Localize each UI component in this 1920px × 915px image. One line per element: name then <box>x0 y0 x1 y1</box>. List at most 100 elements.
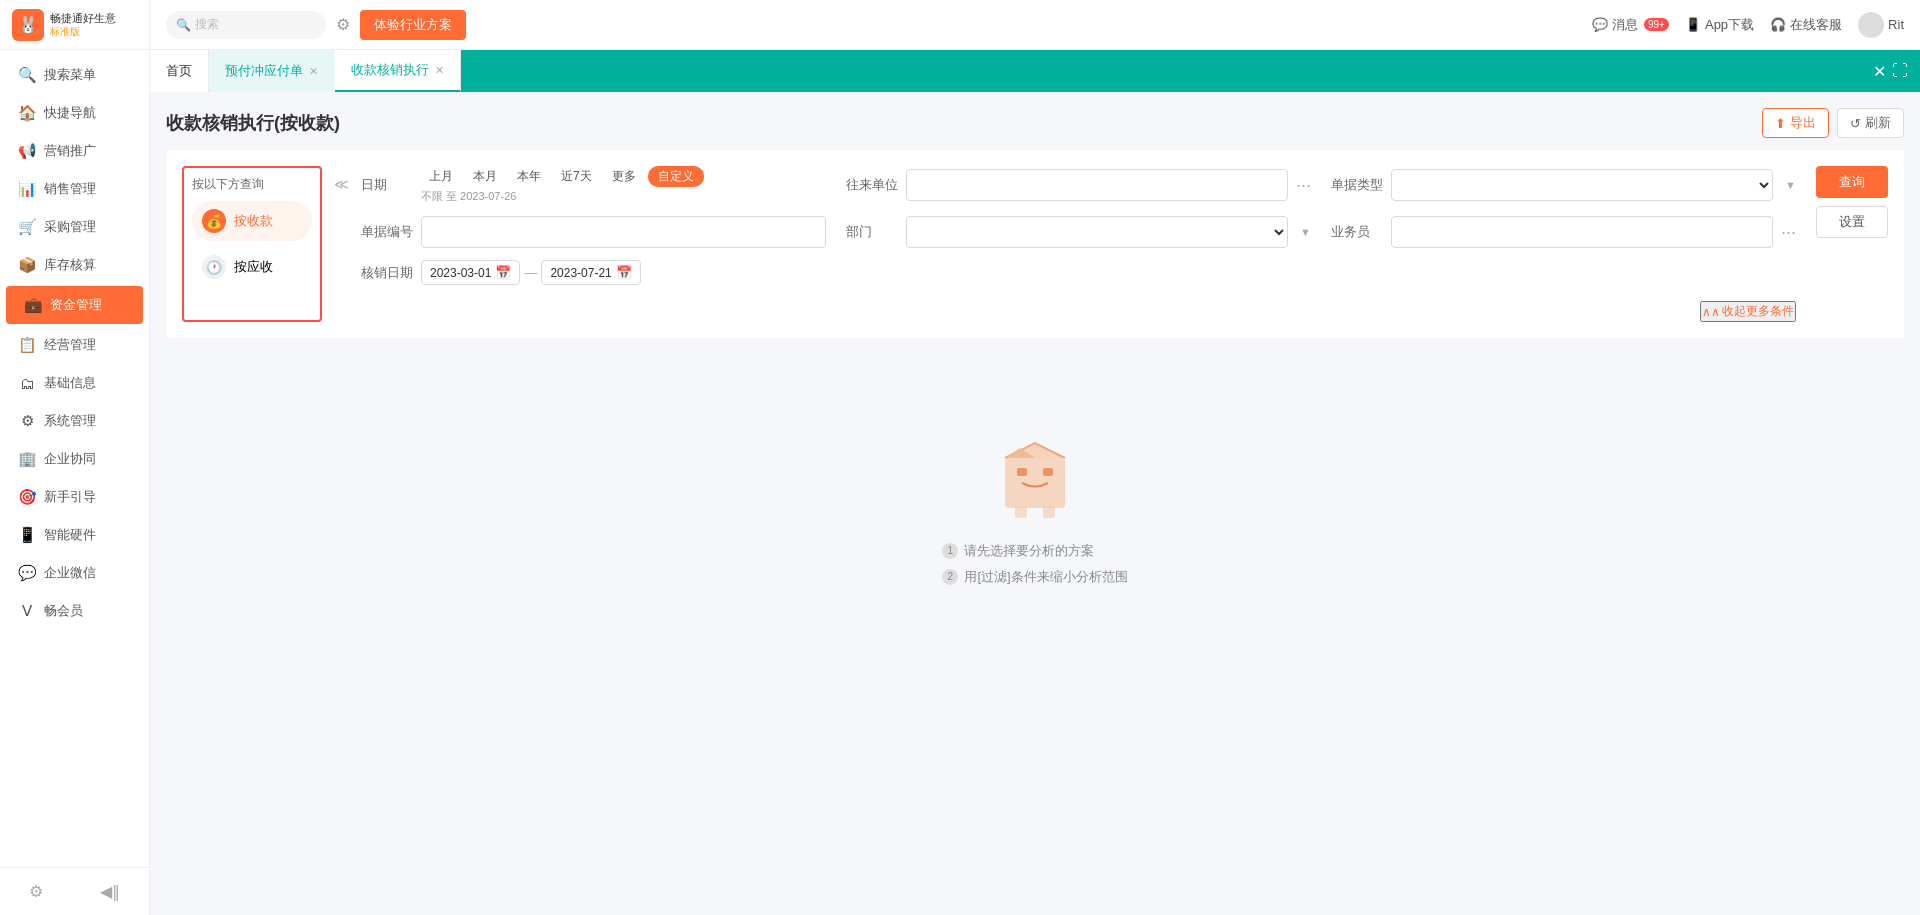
sidebar-item-purchase[interactable]: 🛒采购管理 <box>0 208 149 246</box>
date-chip-custom[interactable]: 自定义 <box>648 166 704 187</box>
staff-input[interactable] <box>1391 216 1773 248</box>
doctype-select[interactable] <box>1391 169 1773 201</box>
partner-more-icon[interactable]: ··· <box>1296 175 1311 196</box>
sidebar-item-inventory[interactable]: 📦库存核算 <box>0 246 149 284</box>
date-chip-7days[interactable]: 近7天 <box>553 166 600 187</box>
beginner-icon: 🎯 <box>18 488 36 506</box>
sidebar-item-enterprise[interactable]: 🏢企业协同 <box>0 440 149 478</box>
header-search-box[interactable]: 🔍 搜索 <box>166 11 326 39</box>
docno-input[interactable] <box>421 216 826 248</box>
sidebar-bottom: ⚙ ◀‖ <box>0 867 149 915</box>
collapse-left-btn[interactable]: ≪ <box>334 166 349 322</box>
sidebar-label-quick-nav: 快捷导航 <box>44 104 96 122</box>
export-icon: ⬆ <box>1775 116 1786 131</box>
settings-button[interactable]: 设置 <box>1816 206 1888 238</box>
refresh-icon: ↺ <box>1850 116 1861 131</box>
filter-actions: 查询 设置 <box>1808 166 1888 322</box>
message-button[interactable]: 💬 消息 99+ <box>1592 16 1669 34</box>
verify-date-start-input[interactable]: 2023-03-01 📅 <box>421 260 520 285</box>
tab-home[interactable]: 首页 <box>150 50 209 92</box>
sidebar-item-marketing[interactable]: 📢营销推广 <box>0 132 149 170</box>
tab-prepay[interactable]: 预付冲应付单 ✕ <box>209 50 335 92</box>
system-icon: ⚙ <box>18 412 36 430</box>
header-left: 🔍 搜索 ⚙ 体验行业方案 <box>166 10 466 40</box>
settings-bottom-icon[interactable]: ⚙ <box>23 876 49 907</box>
sidebar-item-sales[interactable]: 📊销售管理 <box>0 170 149 208</box>
logo-text: 畅捷通好生意 标准版 <box>50 11 116 38</box>
collapse-arrow-icon[interactable]: ≪ <box>334 176 349 192</box>
sidebar: 🐰 畅捷通好生意 标准版 🔍搜索菜单🏠快捷导航📢营销推广📊销售管理🛒采购管理📦库… <box>0 0 150 915</box>
maximize-window-icon[interactable]: ⛶ <box>1892 62 1908 80</box>
export-button[interactable]: ⬆ 导出 <box>1762 108 1829 138</box>
sidebar-item-smart-hw[interactable]: 📱智能硬件 <box>0 516 149 554</box>
basic-info-icon: 🗂 <box>18 375 36 392</box>
sidebar-item-search[interactable]: 🔍搜索菜单 <box>0 56 149 94</box>
dept-select[interactable] <box>906 216 1288 248</box>
sidebar-item-quick-nav[interactable]: 🏠快捷导航 <box>0 94 149 132</box>
download-icon: 📱 <box>1685 17 1701 32</box>
collapse-more-button[interactable]: ∧∧ 收起更多条件 <box>1700 301 1796 322</box>
doctype-label: 单据类型 <box>1331 176 1383 194</box>
main-area: 🔍 搜索 ⚙ 体验行业方案 💬 消息 99+ 📱 App下载 🎧 在线客服 <box>150 0 1920 915</box>
svg-rect-1 <box>1017 468 1027 476</box>
filter-option-by-receivable[interactable]: 🕐 按应收 <box>192 247 312 287</box>
refresh-button[interactable]: ↺ 刷新 <box>1837 108 1904 138</box>
collapse-more-icon: ∧∧ <box>1702 305 1720 319</box>
sidebar-label-purchase: 采购管理 <box>44 218 96 236</box>
filter-option-by-receipt[interactable]: 💰 按收款 <box>192 201 312 241</box>
online-service-button[interactable]: 🎧 在线客服 <box>1770 16 1842 34</box>
date-chip-more[interactable]: 更多 <box>604 166 644 187</box>
empty-step-1: 1 请先选择要分析的方案 <box>942 538 1127 564</box>
page-title: 收款核销执行(按收款) <box>166 111 340 135</box>
sidebar-label-sales: 销售管理 <box>44 180 96 198</box>
tab-close-prepay[interactable]: ✕ <box>309 65 318 78</box>
marketing-icon: 📢 <box>18 142 36 160</box>
dept-dropdown-icon: ▼ <box>1300 226 1311 238</box>
filter-date-row: 日期 上月 本月 本年 近7天 更多 自定义 不限 <box>361 166 826 204</box>
date-range-separator: — <box>524 265 537 280</box>
logo-icon: 🐰 <box>12 9 44 41</box>
settings-icon[interactable]: ⚙ <box>336 15 350 34</box>
sidebar-label-finance: 资金管理 <box>50 296 102 314</box>
date-no-limit: 不限 至 2023-07-26 <box>421 189 826 204</box>
user-avatar <box>1858 12 1884 38</box>
partner-input[interactable] <box>906 169 1288 201</box>
verify-date-label: 核销日期 <box>361 264 413 282</box>
sidebar-item-system[interactable]: ⚙ 系统管理 <box>0 402 149 440</box>
sidebar-label-operation: 经营管理 <box>44 336 96 354</box>
empty-state: 1 请先选择要分析的方案 2 用[过滤]条件来缩小分析范围 <box>166 338 1904 670</box>
date-chip-thisyear[interactable]: 本年 <box>509 166 549 187</box>
filter-form-wrapper: 日期 上月 本月 本年 近7天 更多 自定义 不限 <box>361 166 1796 322</box>
sidebar-item-beginner[interactable]: 🎯新手引导 <box>0 478 149 516</box>
operation-icon: 📋 <box>18 336 36 354</box>
smart-hw-icon: 📱 <box>18 526 36 544</box>
sidebar-item-operation[interactable]: 📋 经营管理 <box>0 326 149 364</box>
query-button[interactable]: 查询 <box>1816 166 1888 198</box>
sidebar-item-member[interactable]: Ⅴ畅会员 <box>0 592 149 630</box>
calendar-end-icon: 📅 <box>616 265 632 280</box>
collapse-sidebar-icon[interactable]: ◀‖ <box>94 876 126 907</box>
filter-grid: 日期 上月 本月 本年 近7天 更多 自定义 不限 <box>361 166 1796 322</box>
empty-illustration <box>975 418 1095 518</box>
app-download-button[interactable]: 📱 App下载 <box>1685 16 1754 34</box>
date-chip-lastmonth[interactable]: 上月 <box>421 166 461 187</box>
receivable-icon: 🕐 <box>202 255 226 279</box>
receipt-icon: 💰 <box>202 209 226 233</box>
staff-more-icon[interactable]: ··· <box>1781 222 1796 243</box>
sidebar-item-wechat[interactable]: 💬企业微信 <box>0 554 149 592</box>
header-right: 💬 消息 99+ 📱 App下载 🎧 在线客服 Rit <box>1592 12 1904 38</box>
tab-bar: 首页 预付冲应付单 ✕ 收款核销执行 ✕ ✕ ⛶ <box>150 50 1920 92</box>
close-window-icon[interactable]: ✕ <box>1873 62 1886 81</box>
docno-label: 单据编号 <box>361 223 413 241</box>
tab-receivable[interactable]: 收款核销执行 ✕ <box>335 50 461 92</box>
sidebar-item-finance[interactable]: 💼资金管理 <box>6 286 143 324</box>
verify-date-end-input[interactable]: 2023-07-21 📅 <box>541 260 640 285</box>
user-menu[interactable]: Rit <box>1858 12 1904 38</box>
date-chip-thismonth[interactable]: 本月 <box>465 166 505 187</box>
sidebar-label-system: 系统管理 <box>44 412 96 430</box>
filter-verify-date-row: 核销日期 2023-03-01 📅 — 2023-07-21 📅 <box>361 260 1311 285</box>
tab-close-receivable[interactable]: ✕ <box>435 64 444 77</box>
sidebar-item-basic-info[interactable]: 🗂基础信息 <box>0 364 149 402</box>
sidebar-label-search: 搜索菜单 <box>44 66 96 84</box>
industry-solution-button[interactable]: 体验行业方案 <box>360 10 466 40</box>
